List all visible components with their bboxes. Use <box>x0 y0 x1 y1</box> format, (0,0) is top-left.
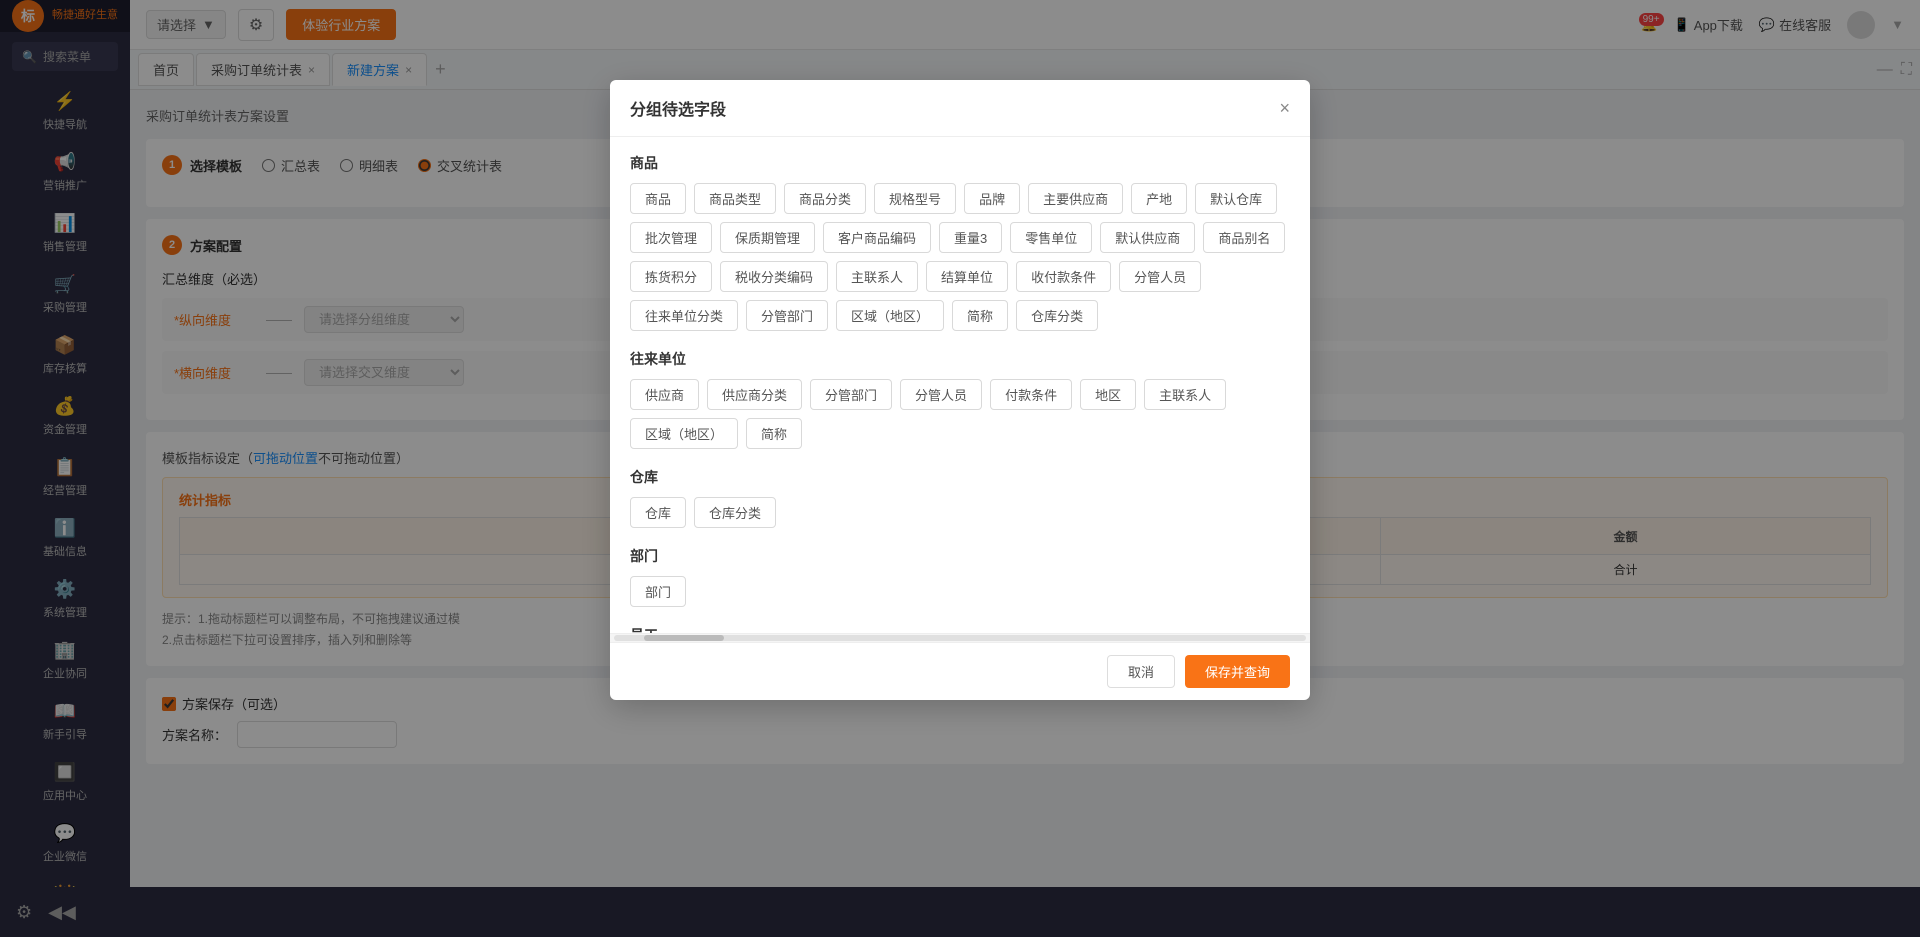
field-tag[interactable]: 分管部门 <box>746 300 828 331</box>
warehouse-field-tags: 仓库 仓库分类 <box>630 497 1290 528</box>
field-tag[interactable]: 商品分类 <box>784 183 866 214</box>
field-tag[interactable]: 产地 <box>1131 183 1187 214</box>
field-tag[interactable]: 分管人员 <box>900 379 982 410</box>
field-tag[interactable]: 商品 <box>630 183 686 214</box>
field-tag[interactable]: 收付款条件 <box>1016 261 1111 292</box>
field-tag[interactable]: 仓库分类 <box>1016 300 1098 331</box>
field-tag[interactable]: 品牌 <box>964 183 1020 214</box>
field-tag[interactable]: 区域（地区） <box>630 418 738 449</box>
partner-field-tags: 供应商 供应商分类 分管部门 分管人员 付款条件 地区 主联系人 区域（地区） … <box>630 379 1290 449</box>
field-group-department: 部门 部门 <box>630 546 1290 607</box>
field-tag[interactable]: 仓库分类 <box>694 497 776 528</box>
scroll-track <box>614 635 1306 641</box>
modal-footer: 取消 保存并查询 <box>610 642 1310 700</box>
field-tag[interactable]: 规格型号 <box>874 183 956 214</box>
field-tag[interactable]: 分管人员 <box>1119 261 1201 292</box>
field-tag[interactable]: 主联系人 <box>1144 379 1226 410</box>
modal-body: 商品 商品 商品类型 商品分类 规格型号 品牌 主要供应商 产地 默认仓库 批次… <box>610 137 1310 633</box>
department-field-tags: 部门 <box>630 576 1290 607</box>
field-tag[interactable]: 简称 <box>746 418 802 449</box>
modal-title: 分组待选字段 <box>630 96 726 120</box>
field-tag[interactable]: 批次管理 <box>630 222 712 253</box>
field-group-product: 商品 商品 商品类型 商品分类 规格型号 品牌 主要供应商 产地 默认仓库 批次… <box>630 153 1290 331</box>
field-tag[interactable]: 结算单位 <box>926 261 1008 292</box>
field-tag[interactable]: 客户商品编码 <box>823 222 931 253</box>
field-tag[interactable]: 区域（地区） <box>836 300 944 331</box>
field-tag[interactable]: 主联系人 <box>836 261 918 292</box>
field-tag[interactable]: 商品别名 <box>1203 222 1285 253</box>
field-group-partner: 往来单位 供应商 供应商分类 分管部门 分管人员 付款条件 地区 主联系人 区域… <box>630 349 1290 449</box>
partner-group-title: 往来单位 <box>630 349 1290 369</box>
field-tag[interactable]: 零售单位 <box>1010 222 1092 253</box>
field-tag[interactable]: 重量3 <box>939 222 1002 253</box>
product-group-title: 商品 <box>630 153 1290 173</box>
modal-header: 分组待选字段 × <box>610 80 1310 137</box>
field-tag[interactable]: 默认仓库 <box>1195 183 1277 214</box>
field-group-employee: 员工 业务员 <box>630 625 1290 633</box>
field-selection-modal: 分组待选字段 × 商品 商品 商品类型 商品分类 规格型号 品牌 主要供应商 产… <box>610 80 1310 700</box>
field-tag[interactable]: 简称 <box>952 300 1008 331</box>
modal-save-button[interactable]: 保存并查询 <box>1185 655 1290 688</box>
field-tag[interactable]: 税收分类编码 <box>720 261 828 292</box>
field-tag[interactable]: 保质期管理 <box>720 222 815 253</box>
field-tag[interactable]: 供应商分类 <box>707 379 802 410</box>
field-tag[interactable]: 主要供应商 <box>1028 183 1123 214</box>
field-tag[interactable]: 默认供应商 <box>1100 222 1195 253</box>
field-tag[interactable]: 商品类型 <box>694 183 776 214</box>
field-tag[interactable]: 供应商 <box>630 379 699 410</box>
scroll-thumb <box>644 635 724 641</box>
warehouse-group-title: 仓库 <box>630 467 1290 487</box>
field-tag[interactable]: 拣货积分 <box>630 261 712 292</box>
modal-cancel-button[interactable]: 取消 <box>1107 655 1175 688</box>
field-tag[interactable]: 往来单位分类 <box>630 300 738 331</box>
department-group-title: 部门 <box>630 546 1290 566</box>
field-tag[interactable]: 部门 <box>630 576 686 607</box>
field-tag[interactable]: 仓库 <box>630 497 686 528</box>
modal-horizontal-scrollbar[interactable] <box>610 633 1310 642</box>
field-tag[interactable]: 地区 <box>1080 379 1136 410</box>
field-tag[interactable]: 分管部门 <box>810 379 892 410</box>
modal-close-button[interactable]: × <box>1279 98 1290 119</box>
field-group-warehouse: 仓库 仓库 仓库分类 <box>630 467 1290 528</box>
employee-group-title: 员工 <box>630 625 1290 633</box>
product-field-tags: 商品 商品类型 商品分类 规格型号 品牌 主要供应商 产地 默认仓库 批次管理 … <box>630 183 1290 331</box>
field-tag[interactable]: 付款条件 <box>990 379 1072 410</box>
